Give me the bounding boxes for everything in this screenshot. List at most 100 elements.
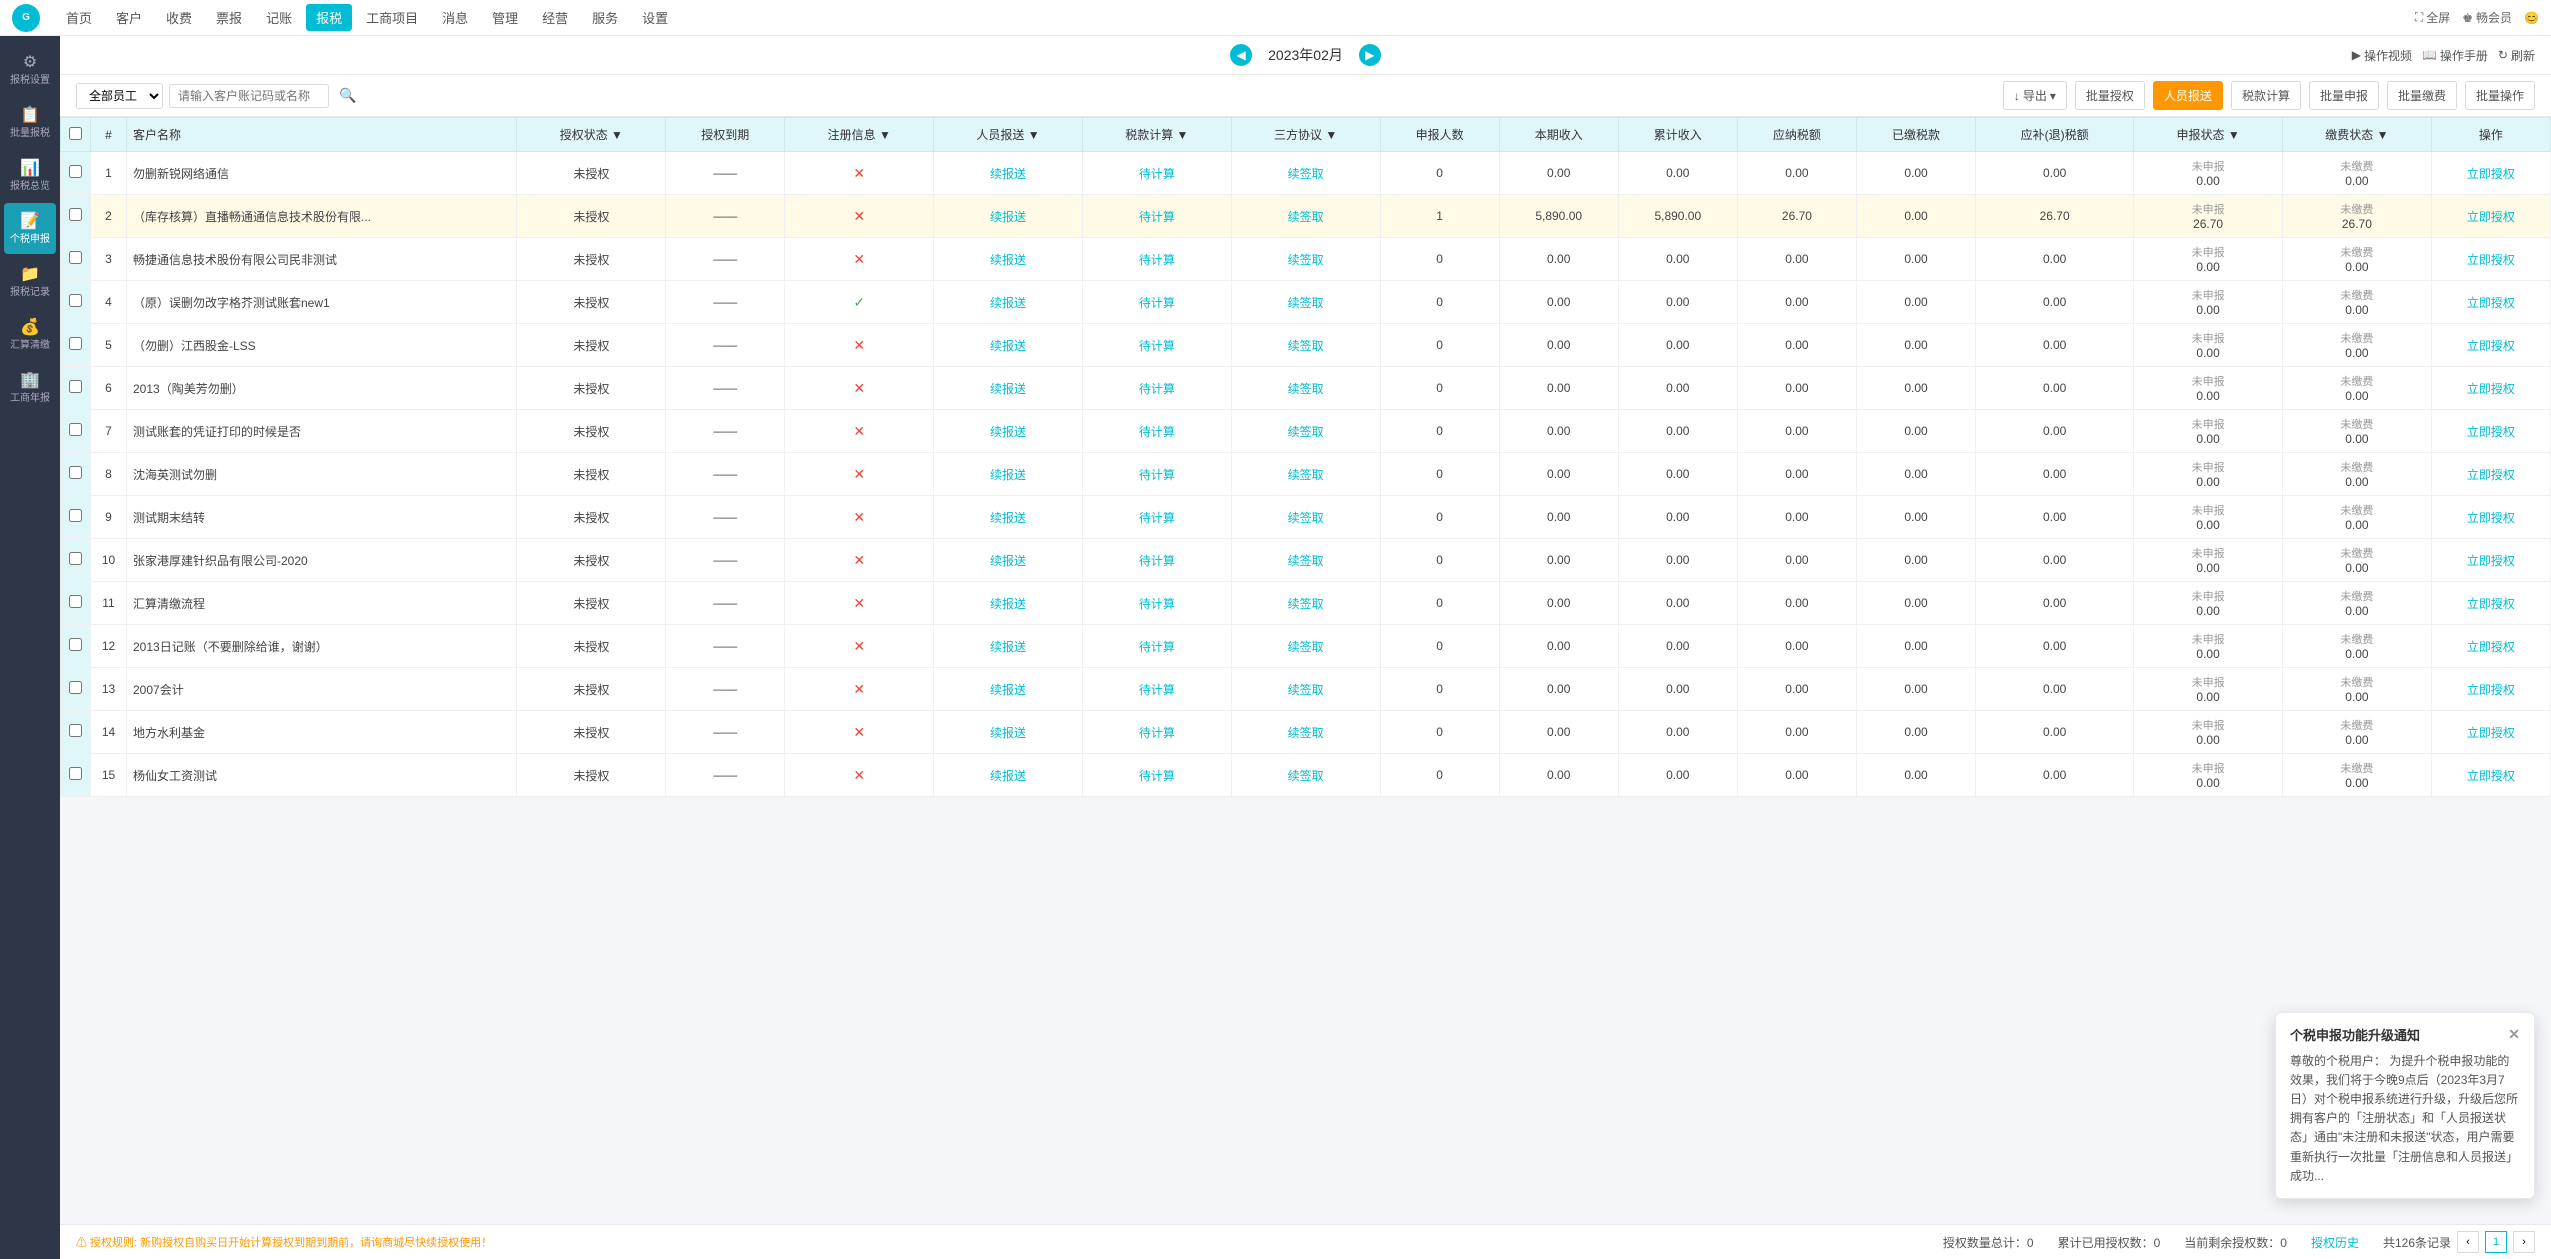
triparty-link[interactable]: 续签取 [1288, 167, 1324, 181]
tax-calc-link[interactable]: 待计算 [1139, 210, 1175, 224]
tax-calc-link[interactable]: 待计算 [1139, 554, 1175, 568]
row-checkbox[interactable] [69, 466, 82, 479]
triparty-link[interactable]: 续签取 [1288, 210, 1324, 224]
triparty-link[interactable]: 续签取 [1288, 640, 1324, 654]
col-person-report-header[interactable]: 人员报送 ▼ [934, 118, 1083, 152]
row-checkbox[interactable] [69, 552, 82, 565]
tax-calc-link[interactable]: 待计算 [1139, 382, 1175, 396]
sidebar-item-报税总览[interactable]: 📊报税总览 [4, 150, 56, 201]
row-checkbox[interactable] [69, 165, 82, 178]
person-report-link[interactable]: 续报送 [990, 253, 1026, 267]
row-checkbox[interactable] [69, 595, 82, 608]
triparty-link[interactable]: 续签取 [1288, 425, 1324, 439]
nav-item-记账[interactable]: 记账 [256, 4, 302, 31]
person-report-link[interactable]: 续报送 [990, 167, 1026, 181]
col-tax-calc-header[interactable]: 税款计算 ▼ [1082, 118, 1231, 152]
col-declare-status-header[interactable]: 申报状态 ▼ [2134, 118, 2283, 152]
action-link[interactable]: 立即授权 [2467, 468, 2515, 482]
row-checkbox[interactable] [69, 767, 82, 780]
nav-item-经营[interactable]: 经营 [532, 4, 578, 31]
triparty-link[interactable]: 续签取 [1288, 468, 1324, 482]
video-tutorial-btn[interactable]: ▶ 操作视频 [2352, 47, 2412, 64]
employee-filter[interactable]: 全部员工 [76, 83, 163, 109]
person-report-link[interactable]: 续报送 [990, 382, 1026, 396]
action-link[interactable]: 立即授权 [2467, 683, 2515, 697]
select-all-checkbox[interactable] [69, 127, 82, 140]
person-report-link[interactable]: 续报送 [990, 597, 1026, 611]
person-report-link[interactable]: 续报送 [990, 296, 1026, 310]
person-report-link[interactable]: 续报送 [990, 640, 1026, 654]
action-link[interactable]: 立即授权 [2467, 296, 2515, 310]
person-report-link[interactable]: 续报送 [990, 425, 1026, 439]
tax-calc-link[interactable]: 待计算 [1139, 425, 1175, 439]
person-report-link[interactable]: 续报送 [990, 210, 1026, 224]
vip-btn[interactable]: ♚ 畅会员 [2462, 9, 2512, 26]
row-checkbox[interactable] [69, 337, 82, 350]
tax-calc-link[interactable]: 待计算 [1139, 253, 1175, 267]
triparty-link[interactable]: 续签取 [1288, 382, 1324, 396]
refresh-btn[interactable]: ↻ 刷新 [2498, 47, 2535, 64]
col-triparty-header[interactable]: 三方协议 ▼ [1231, 118, 1380, 152]
row-checkbox[interactable] [69, 208, 82, 221]
current-page[interactable]: 1 [2485, 1231, 2507, 1253]
next-page-btn[interactable]: › [2513, 1231, 2535, 1253]
batch-auth-btn[interactable]: 批量授权 [2075, 81, 2145, 110]
nav-item-设置[interactable]: 设置 [632, 4, 678, 31]
triparty-link[interactable]: 续签取 [1288, 296, 1324, 310]
popup-close-btn[interactable]: ✕ [2508, 1026, 2520, 1043]
row-checkbox[interactable] [69, 724, 82, 737]
nav-item-票报[interactable]: 票报 [206, 4, 252, 31]
action-link[interactable]: 立即授权 [2467, 382, 2515, 396]
tax-calc-link[interactable]: 待计算 [1139, 769, 1175, 783]
col-reg-info-header[interactable]: 注册信息 ▼ [785, 118, 934, 152]
person-report-link[interactable]: 续报送 [990, 554, 1026, 568]
row-checkbox[interactable] [69, 423, 82, 436]
triparty-link[interactable]: 续签取 [1288, 683, 1324, 697]
sidebar-item-批量报税[interactable]: 📋批量报税 [4, 97, 56, 148]
sidebar-item-汇算清缴[interactable]: 💰汇算清缴 [4, 309, 56, 360]
tax-calc-link[interactable]: 待计算 [1139, 511, 1175, 525]
row-checkbox[interactable] [69, 380, 82, 393]
triparty-link[interactable]: 续签取 [1288, 339, 1324, 353]
sidebar-item-个税申报[interactable]: 📝个税申报 [4, 203, 56, 254]
row-checkbox[interactable] [69, 681, 82, 694]
search-btn[interactable]: 🔍 [335, 83, 360, 108]
nav-item-工商项目[interactable]: 工商项目 [356, 4, 428, 31]
nav-item-服务[interactable]: 服务 [582, 4, 628, 31]
manual-btn[interactable]: 📖 操作手册 [2422, 47, 2488, 64]
search-input[interactable] [169, 84, 329, 108]
col-auth-expiry-header[interactable]: 授权到期 [666, 118, 785, 152]
batch-ops-btn[interactable]: 批量操作 [2465, 81, 2535, 110]
tax-calc-link[interactable]: 待计算 [1139, 726, 1175, 740]
triparty-link[interactable]: 续签取 [1288, 253, 1324, 267]
row-checkbox[interactable] [69, 509, 82, 522]
action-link[interactable]: 立即授权 [2467, 253, 2515, 267]
tax-calc-btn[interactable]: 税款计算 [2231, 81, 2301, 110]
row-checkbox[interactable] [69, 294, 82, 307]
sidebar-item-报税设置[interactable]: ⚙报税设置 [4, 44, 56, 95]
tax-calc-link[interactable]: 待计算 [1139, 167, 1175, 181]
action-link[interactable]: 立即授权 [2467, 554, 2515, 568]
tax-calc-link[interactable]: 待计算 [1139, 597, 1175, 611]
action-link[interactable]: 立即授权 [2467, 339, 2515, 353]
triparty-link[interactable]: 续签取 [1288, 597, 1324, 611]
triparty-link[interactable]: 续签取 [1288, 511, 1324, 525]
row-checkbox[interactable] [69, 251, 82, 264]
action-link[interactable]: 立即授权 [2467, 769, 2515, 783]
triparty-link[interactable]: 续签取 [1288, 769, 1324, 783]
prev-page-btn[interactable]: ‹ [2457, 1231, 2479, 1253]
batch-declare-btn[interactable]: 批量申报 [2309, 81, 2379, 110]
auth-history-link[interactable]: 授权历史 [2311, 1234, 2359, 1251]
batch-pay-btn[interactable]: 批量缴费 [2387, 81, 2457, 110]
person-report-link[interactable]: 续报送 [990, 339, 1026, 353]
nav-item-消息[interactable]: 消息 [432, 4, 478, 31]
col-fee-status-header[interactable]: 缴费状态 ▼ [2283, 118, 2432, 152]
nav-item-管理[interactable]: 管理 [482, 4, 528, 31]
person-report-link[interactable]: 续报送 [990, 726, 1026, 740]
action-link[interactable]: 立即授权 [2467, 726, 2515, 740]
nav-item-客户[interactable]: 客户 [106, 4, 152, 31]
nav-item-报税[interactable]: 报税 [306, 4, 352, 31]
tax-calc-link[interactable]: 待计算 [1139, 296, 1175, 310]
sidebar-item-工商年报[interactable]: 🏢工商年报 [4, 362, 56, 413]
triparty-link[interactable]: 续签取 [1288, 726, 1324, 740]
